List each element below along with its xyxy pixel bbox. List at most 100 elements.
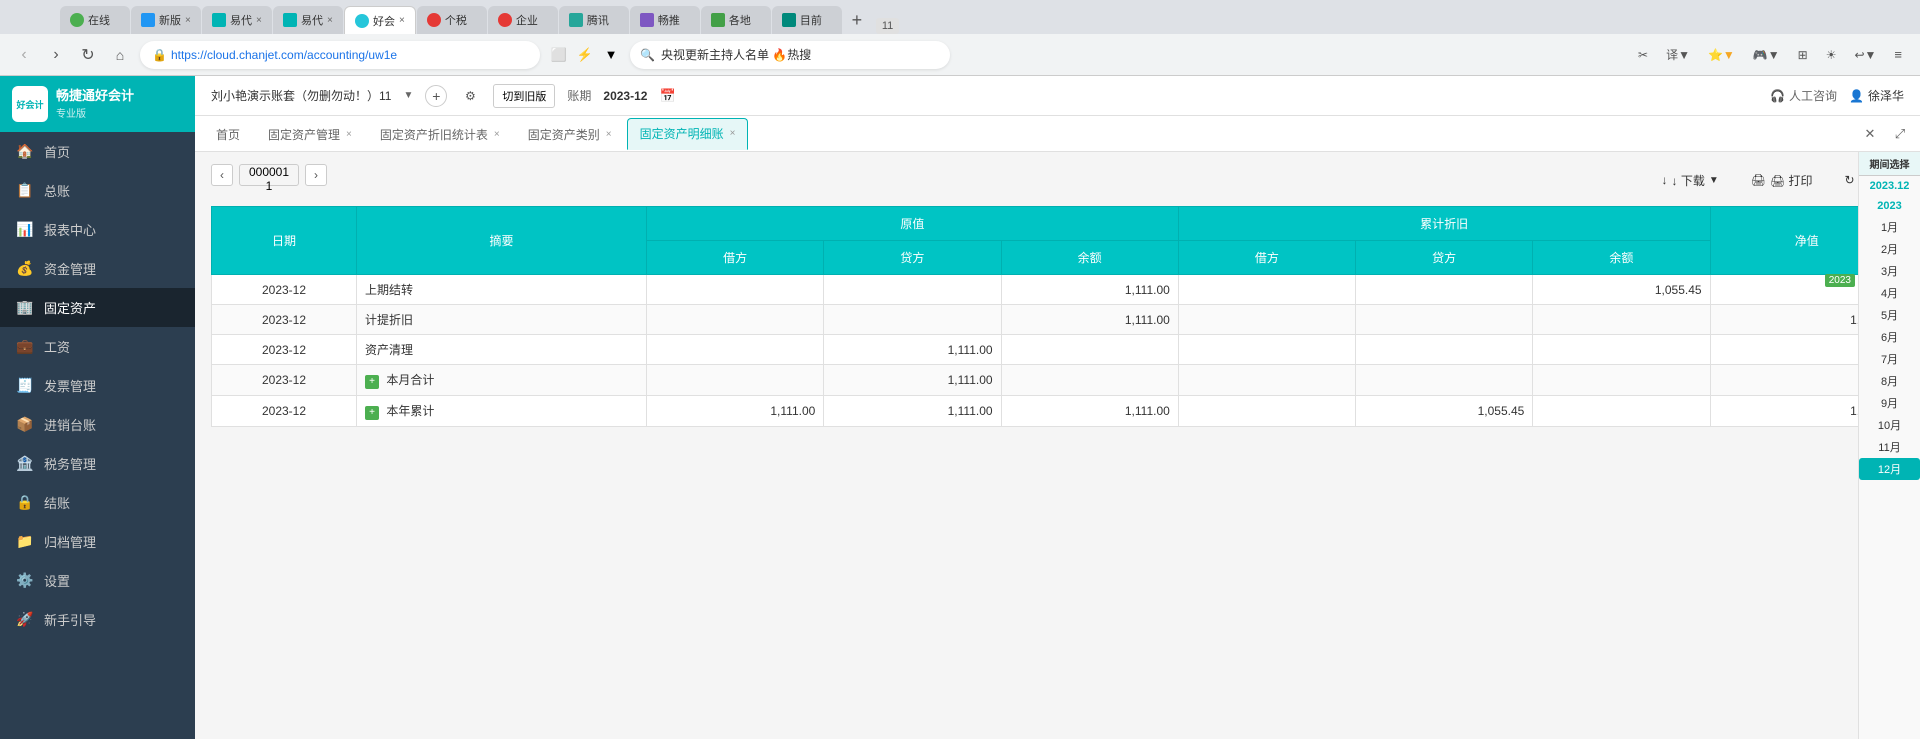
browser-tab-yidai1[interactable]: 易代 × [202, 6, 272, 34]
forward-button[interactable]: › [44, 43, 68, 67]
sidebar-item-salary[interactable]: 💼 工资 [0, 327, 195, 366]
period-month-8[interactable]: 8月 [1859, 370, 1904, 392]
cell-summary: 计提折旧 [357, 305, 647, 335]
download-icon: ↓ [1661, 173, 1667, 187]
browser-tab-tencent[interactable]: 腾讯 [559, 6, 629, 34]
game-icon[interactable]: 🎮▼ [1747, 46, 1786, 64]
sidebar-item-settings[interactable]: ⚙️ 设置 [0, 561, 195, 600]
tab-fixed-ledger-close[interactable]: × [730, 128, 736, 139]
star-ext-icon[interactable]: ⭐▼ [1702, 46, 1741, 64]
sidebar-item-ledger[interactable]: 📋 总账 [0, 171, 195, 210]
browser-tab-gedi[interactable]: 各地 [701, 6, 771, 34]
cell-accum-debit [1178, 335, 1355, 365]
page-tabs: 首页 固定资产管理 × 固定资产折旧统计表 × 固定资产类别 × 固定资产明细账… [195, 116, 1920, 152]
period-month-9[interactable]: 9月 [1859, 392, 1904, 414]
period-year-2023[interactable]: 2023 [1859, 206, 1904, 216]
add-account-button[interactable]: + [425, 85, 447, 107]
sidebar-label-settings: 设置 [44, 571, 70, 590]
sidebar-item-home[interactable]: 🏠 首页 [0, 132, 195, 171]
period-month-4[interactable]: 4月 [1859, 282, 1904, 304]
browser-tab-muqian[interactable]: 目前 [772, 6, 842, 34]
cell-accum-credit [1356, 305, 1533, 335]
cell-orig-credit: 1,111.00 [824, 365, 1001, 396]
app-layout: 好会计 畅捷通好会计 专业版 🏠 首页 📋 总账 📊 报表中心 💰 资金管理 🏢… [0, 76, 1920, 739]
header-accumulated-dep: 累计折旧 [1178, 207, 1710, 241]
period-month-12[interactable]: 12月 [1859, 458, 1904, 480]
translate-icon[interactable]: 译▼ [1660, 44, 1696, 65]
tab-close-icon[interactable]: × [185, 15, 191, 26]
page-number-input[interactable]: 000001 1 [239, 164, 299, 186]
prev-page-button[interactable]: ‹ [211, 164, 233, 186]
menu-icon[interactable]: ≡ [1888, 45, 1908, 64]
user-menu[interactable]: 👤 徐泽华 [1849, 87, 1904, 104]
tab-close-icon[interactable]: × [256, 15, 262, 26]
period-month-10[interactable]: 10月 [1859, 414, 1904, 436]
calendar-icon[interactable]: 📅 [659, 88, 675, 104]
period-month-1[interactable]: 1月 [1859, 216, 1904, 238]
tab-fixed-dep-close[interactable]: × [494, 129, 500, 140]
sub-header-accum-balance: 余额 [1533, 241, 1710, 275]
tab-fixed-ledger[interactable]: 固定资产明细账 × [627, 118, 749, 150]
period-month-6[interactable]: 6月 [1859, 326, 1904, 348]
grid-icon[interactable]: ⊞ [1792, 46, 1814, 64]
sidebar-item-funds[interactable]: 💰 资金管理 [0, 249, 195, 288]
expand-button[interactable]: ⤢ [1888, 122, 1912, 146]
cell-orig-credit: 1,111.00 [824, 396, 1001, 427]
sun-icon[interactable]: ☀ [1820, 46, 1843, 64]
ext-dropdown-icon[interactable]: ▼ [600, 44, 622, 66]
next-page-button[interactable]: › [305, 164, 327, 186]
service-label: 人工咨询 [1789, 87, 1837, 104]
period-month-11[interactable]: 11月 [1859, 436, 1904, 458]
browser-tab-online[interactable]: 在线 [60, 6, 130, 34]
period-month-7[interactable]: 7月 [1859, 348, 1904, 370]
period-value: 2023-12 [603, 89, 647, 103]
address-input[interactable]: 🔒 https://cloud.chanjet.com/accounting/u… [140, 41, 540, 69]
sidebar-item-archive[interactable]: 📁 归档管理 [0, 522, 195, 561]
tab-fixed-cat-close[interactable]: × [606, 129, 612, 140]
tab-fixed-category[interactable]: 固定资产类别 × [515, 118, 625, 150]
tab-fixed-mgmt-close[interactable]: × [346, 129, 352, 140]
sidebar-item-reports[interactable]: 📊 报表中心 [0, 210, 195, 249]
sidebar-item-invoice[interactable]: 🧾 发票管理 [0, 366, 195, 405]
settings-small-button[interactable]: ⚙ [459, 85, 481, 107]
period-month-2[interactable]: 2月 [1859, 238, 1904, 260]
period-month-3[interactable]: 3月 [1859, 260, 1904, 282]
back-button[interactable]: ‹ [12, 43, 36, 67]
sidebar-item-fixed[interactable]: 🏢 固定资产 [0, 288, 195, 327]
browser-tab-new[interactable]: 新版 × [131, 6, 201, 34]
tab-home[interactable]: 首页 [203, 118, 253, 150]
sidebar-item-closing[interactable]: 🔒 结账 [0, 483, 195, 522]
sidebar-item-tax[interactable]: 🏦 税务管理 [0, 444, 195, 483]
cell-accum-credit: 1,055.45 [1356, 396, 1533, 427]
service-button[interactable]: 🎧 人工咨询 [1770, 87, 1837, 104]
undo-icon[interactable]: ↩▼ [1848, 46, 1882, 64]
ext-icon[interactable]: ⬜ [548, 44, 570, 66]
cut-icon[interactable]: ✂ [1632, 46, 1654, 64]
browser-tab-chang[interactable]: 畅推 [630, 6, 700, 34]
cell-orig-balance [1001, 335, 1178, 365]
home-button[interactable]: ⌂ [108, 43, 132, 67]
sidebar-item-guide[interactable]: 🚀 新手引导 [0, 600, 195, 639]
dropdown-arrow-icon[interactable]: ▼ [403, 90, 413, 101]
browser-tab-qiye[interactable]: 企业 [488, 6, 558, 34]
table-row: 2023-12 上期结转 1,111.00 1,055.45 55.55 [212, 275, 1904, 305]
tab-add-button[interactable]: + [843, 6, 871, 34]
browser-tab-yidai2[interactable]: 易代 × [273, 6, 343, 34]
tab-fixed-mgmt[interactable]: 固定资产管理 × [255, 118, 365, 150]
switch-version-button[interactable]: 切到旧版 [493, 84, 555, 108]
download-dropdown-icon[interactable]: ▼ [1709, 175, 1719, 186]
ext-bolt-icon[interactable]: ⚡ [574, 44, 596, 66]
tab-fixed-depreciation[interactable]: 固定资产折旧统计表 × [367, 118, 513, 150]
print-button[interactable]: 🖨 🖨 打印 [1743, 168, 1821, 193]
browser-tab-haohui[interactable]: 好会 × [344, 6, 416, 34]
tab-close-icon[interactable]: × [327, 15, 333, 26]
period-month-5[interactable]: 5月 [1859, 304, 1904, 326]
headset-icon: 🎧 [1770, 89, 1785, 103]
sidebar-item-inventory[interactable]: 📦 进销台账 [0, 405, 195, 444]
close-panel-button[interactable]: ✕ [1858, 122, 1882, 146]
tab-close-icon[interactable]: × [399, 15, 405, 26]
reload-button[interactable]: ↻ [76, 43, 100, 67]
browser-tab-geshui[interactable]: 个税 [417, 6, 487, 34]
year-badge-2023: 2023 [1825, 274, 1855, 287]
download-button[interactable]: ↓ ↓ 下载 ▼ [1653, 168, 1726, 193]
